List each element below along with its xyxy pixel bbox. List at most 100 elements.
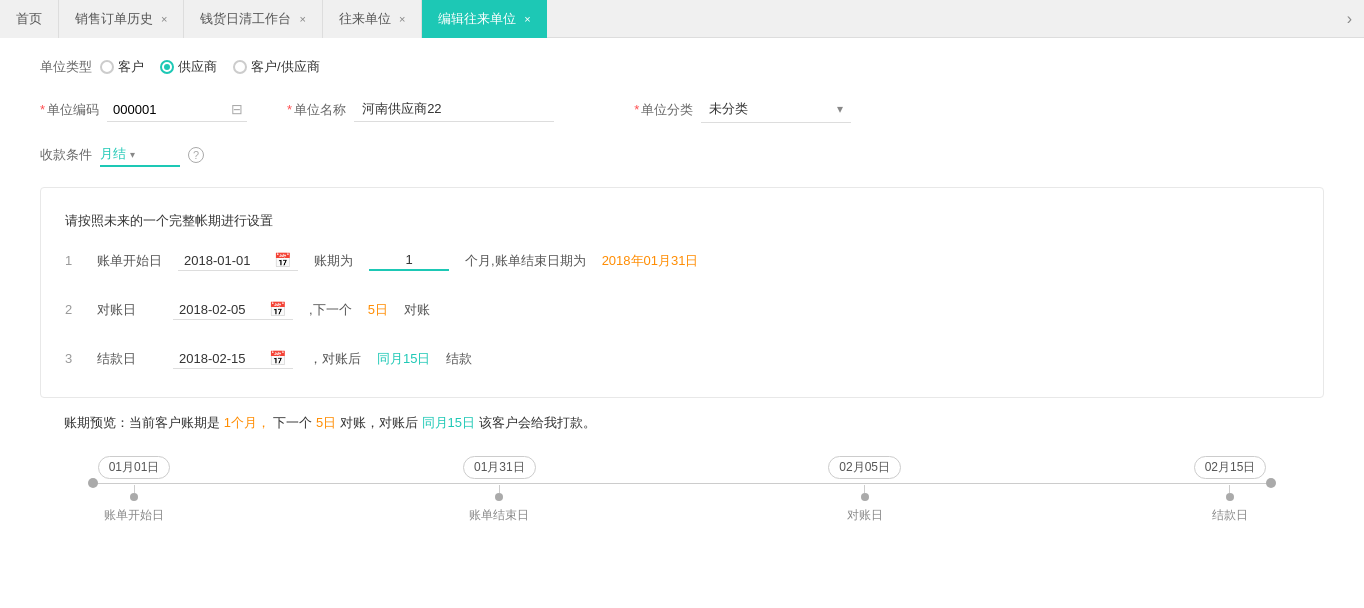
period-payment-suffix: 结款 <box>446 350 472 368</box>
tl-connector-vert-4 <box>1229 485 1230 493</box>
radio-circle-customer-supplier <box>233 60 247 74</box>
period-num-1: 1 <box>65 253 81 268</box>
tab-edit-partner[interactable]: 编辑往来单位 × <box>422 0 546 38</box>
tab-close-partner[interactable]: × <box>399 13 405 25</box>
period-row-3: 3 结款日 📅 ，对账后 同月15日 结款 <box>65 348 1299 369</box>
unit-name-label: 单位名称 <box>294 101 346 119</box>
radio-circle-supplier <box>160 60 174 74</box>
tab-cash-work[interactable]: 钱货日清工作台 × <box>184 0 322 38</box>
tl-connector-vert-1 <box>134 485 135 493</box>
period-end-date-highlight: 2018年01月31日 <box>602 252 699 270</box>
unit-code-input[interactable] <box>107 98 227 121</box>
tl-date-badge-3: 02月05日 <box>828 456 901 479</box>
period-label-3: 结款日 <box>97 350 157 368</box>
unit-info-row: * 单位编码 ⊟ * 单位名称 * 单位分类 未分类 ▾ <box>40 96 1324 123</box>
timeline-point-1: 01月01日 账单开始日 <box>94 456 174 524</box>
unit-type-row: 单位类型 客户 供应商 客户/供应商 <box>40 58 1324 76</box>
period-date-input-2: 📅 <box>173 299 293 320</box>
period-row-2: 2 对账日 📅 ,下一个 5日 对账 <box>65 299 1299 320</box>
tl-dot-2 <box>495 493 503 501</box>
preview-highlight-2: 5日 <box>316 415 336 430</box>
period-date-input-3: 📅 <box>173 348 293 369</box>
timeline-container: 01月01日 账单开始日 01月31日 账单结束日 02月05日 对账日 <box>64 456 1300 524</box>
unit-code-item: * 单位编码 ⊟ <box>40 98 247 122</box>
preview-label: 账期预览：当前客户账期是 <box>64 415 220 430</box>
unit-type-item: 单位类型 客户 供应商 客户/供应商 <box>40 58 320 76</box>
tab-more-button[interactable]: › <box>1335 10 1364 28</box>
radio-customer[interactable]: 客户 <box>100 58 144 76</box>
period-month-input[interactable] <box>369 250 449 271</box>
unit-category-item: * 单位分类 未分类 ▾ <box>634 96 851 123</box>
unit-name-item: * 单位名称 <box>287 98 554 122</box>
radio-customer-supplier[interactable]: 客户/供应商 <box>233 58 320 76</box>
unit-code-copy-icon[interactable]: ⊟ <box>227 101 247 117</box>
tl-label-2: 账单结束日 <box>469 507 529 524</box>
tab-close-cash-work[interactable]: × <box>299 13 305 25</box>
period-num-2: 2 <box>65 302 81 317</box>
period-num-3: 3 <box>65 351 81 366</box>
unit-category-value: 未分类 <box>709 100 829 118</box>
unit-code-label: 单位编码 <box>47 101 99 119</box>
timeline-points: 01月01日 账单开始日 01月31日 账单结束日 02月05日 对账日 <box>94 456 1270 524</box>
calendar-icon-2[interactable]: 📅 <box>269 301 286 317</box>
unit-type-label: 单位类型 <box>40 58 92 76</box>
preview-text-2: 对账，对账后 <box>340 415 418 430</box>
tl-dot-3 <box>861 493 869 501</box>
period-date-field-2[interactable] <box>179 302 269 317</box>
page-content: 单位类型 客户 供应商 客户/供应商 * 单位编码 <box>0 38 1364 608</box>
period-date-field-1[interactable] <box>184 253 274 268</box>
timeline-line <box>94 483 1270 484</box>
radio-label-supplier: 供应商 <box>178 58 217 76</box>
period-config-title: 请按照未来的一个完整帐期进行设置 <box>65 212 1299 230</box>
calendar-icon-3[interactable]: 📅 <box>269 350 286 366</box>
tab-bar: 首页 销售订单历史 × 钱货日清工作台 × 往来单位 × 编辑往来单位 × › <box>0 0 1364 38</box>
timeline-dot-right <box>1266 478 1276 488</box>
unit-category-select[interactable]: 未分类 ▾ <box>701 96 851 123</box>
timeline-dot-left <box>88 478 98 488</box>
unit-type-radio-group: 客户 供应商 客户/供应商 <box>100 58 320 76</box>
unit-code-input-wrap: ⊟ <box>107 98 247 122</box>
unit-category-arrow-icon: ▾ <box>837 102 843 116</box>
tl-date-badge-1: 01月01日 <box>98 456 171 479</box>
tab-partner[interactable]: 往来单位 × <box>323 0 422 38</box>
calendar-icon-1[interactable]: 📅 <box>274 252 291 268</box>
period-label-2: 对账日 <box>97 301 157 319</box>
preview-text: 账期预览：当前客户账期是 1个月， 下一个 5日 对账，对账后 同月15日 该客… <box>64 414 1300 432</box>
preview-text-1: 下一个 <box>273 415 312 430</box>
tl-date-badge-4: 02月15日 <box>1194 456 1267 479</box>
unit-category-required: * <box>634 102 639 117</box>
period-row-1: 1 账单开始日 📅 账期为 个月,账单结束日期为 2018年01月31日 <box>65 250 1299 271</box>
payment-condition-label: 收款条件 <box>40 146 92 164</box>
period-payment-day-highlight: 同月15日 <box>377 350 430 368</box>
period-date-field-3[interactable] <box>179 351 269 366</box>
tl-label-4: 结款日 <box>1212 507 1248 524</box>
tl-dot-1 <box>130 493 138 501</box>
tl-date-badge-2: 01月31日 <box>463 456 536 479</box>
timeline-point-2: 01月31日 账单结束日 <box>459 456 539 524</box>
tab-home[interactable]: 首页 <box>0 0 59 38</box>
timeline-point-4: 02月15日 结款日 <box>1190 456 1270 524</box>
tl-dot-4 <box>1226 493 1234 501</box>
radio-label-customer-supplier: 客户/供应商 <box>251 58 320 76</box>
tl-connector-vert-3 <box>864 485 865 493</box>
payment-condition-select[interactable]: 月结 ▾ <box>100 143 180 167</box>
payment-condition-value: 月结 <box>100 145 126 163</box>
tab-sales-history[interactable]: 销售订单历史 × <box>59 0 184 38</box>
preview-highlight-3: 同月15日 <box>422 415 475 430</box>
payment-help-icon[interactable]: ? <box>188 147 204 163</box>
preview-section: 账期预览：当前客户账期是 1个月， 下一个 5日 对账，对账后 同月15日 该客… <box>40 398 1324 540</box>
unit-code-required: * <box>40 102 45 117</box>
tab-close-sales-history[interactable]: × <box>161 13 167 25</box>
period-month-suffix: 个月,账单结束日期为 <box>465 252 586 270</box>
tl-label-1: 账单开始日 <box>104 507 164 524</box>
timeline-point-3: 02月05日 对账日 <box>825 456 905 524</box>
radio-supplier[interactable]: 供应商 <box>160 58 217 76</box>
period-label-1: 账单开始日 <box>97 252 162 270</box>
radio-circle-customer <box>100 60 114 74</box>
tab-close-edit-partner[interactable]: × <box>524 13 530 25</box>
tl-connector-vert-2 <box>499 485 500 493</box>
unit-name-input[interactable] <box>354 98 554 122</box>
unit-category-label: 单位分类 <box>641 101 693 119</box>
preview-text-3: 该客户会给我打款。 <box>479 415 596 430</box>
payment-condition-arrow-icon: ▾ <box>130 149 135 160</box>
